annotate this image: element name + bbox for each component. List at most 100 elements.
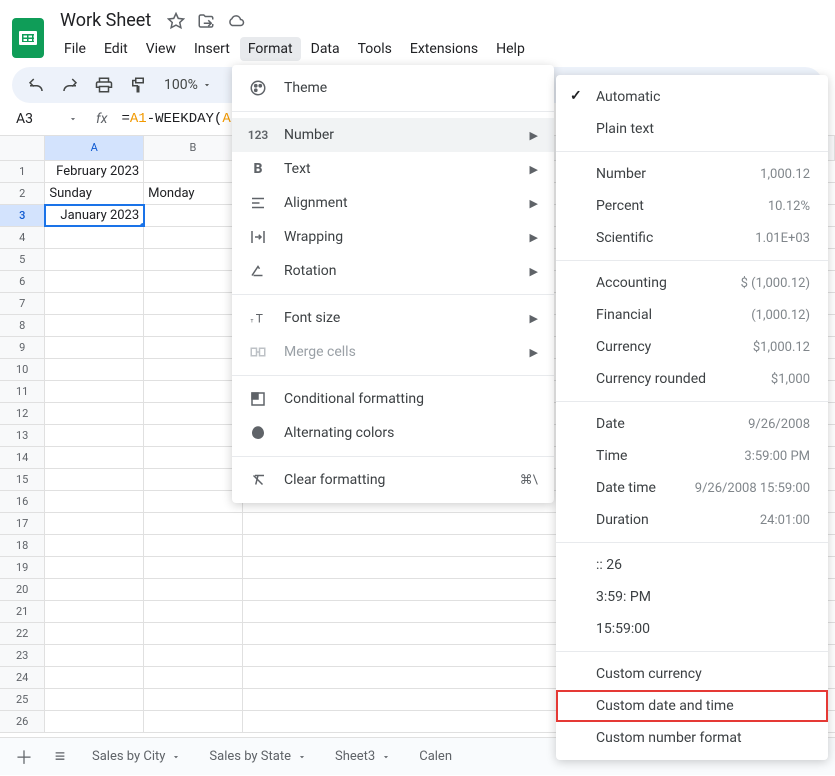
zoom-select[interactable]: 100% xyxy=(160,77,216,93)
row-header[interactable]: 2 xyxy=(0,183,45,204)
menu-number[interactable]: 123 Number ▶ xyxy=(232,118,554,152)
cell-a26[interactable] xyxy=(45,711,144,732)
cell-a12[interactable] xyxy=(45,403,144,424)
cell-b6[interactable] xyxy=(144,271,243,292)
cell-a5[interactable] xyxy=(45,249,144,270)
cell-b1[interactable] xyxy=(144,161,243,182)
menu-text[interactable]: B Text ▶ xyxy=(232,152,554,186)
add-sheet-button[interactable]: ＋ xyxy=(8,741,40,773)
cell-b26[interactable] xyxy=(144,711,243,732)
cell-a25[interactable] xyxy=(45,689,144,710)
cell-b7[interactable] xyxy=(144,293,243,314)
menu-data[interactable]: Data xyxy=(303,37,348,61)
row-header[interactable]: 5 xyxy=(0,249,45,270)
redo-button[interactable] xyxy=(58,73,82,97)
menu-theme[interactable]: Theme xyxy=(232,71,554,105)
numfmt-accounting[interactable]: Accounting$ (1,000.12) xyxy=(556,267,828,299)
numfmt-custom-2[interactable]: 3:59: PM xyxy=(556,581,828,613)
cell-a4[interactable] xyxy=(45,227,144,248)
row-header[interactable]: 19 xyxy=(0,557,45,578)
row-header[interactable]: 7 xyxy=(0,293,45,314)
numfmt-custom-3[interactable]: 15:59:00 xyxy=(556,613,828,645)
cloud-status-icon[interactable] xyxy=(227,12,245,30)
cell-a10[interactable] xyxy=(45,359,144,380)
cell-b5[interactable] xyxy=(144,249,243,270)
row-header[interactable]: 18 xyxy=(0,535,45,556)
menu-edit[interactable]: Edit xyxy=(96,37,136,61)
cell-a18[interactable] xyxy=(45,535,144,556)
cell-a17[interactable] xyxy=(45,513,144,534)
row-header[interactable]: 1 xyxy=(0,161,45,182)
col-header-b[interactable]: B xyxy=(144,136,243,160)
sheet-tab[interactable]: Calen xyxy=(407,738,464,776)
row-header[interactable]: 15 xyxy=(0,469,45,490)
cell-a11[interactable] xyxy=(45,381,144,402)
menu-help[interactable]: Help xyxy=(488,37,533,61)
row-header[interactable]: 25 xyxy=(0,689,45,710)
numfmt-time[interactable]: Time3:59:00 PM xyxy=(556,440,828,472)
cell-b13[interactable] xyxy=(144,425,243,446)
row-header[interactable]: 13 xyxy=(0,425,45,446)
menu-font-size[interactable]: тT Font size ▶ xyxy=(232,301,554,335)
row-header[interactable]: 9 xyxy=(0,337,45,358)
cell-b24[interactable] xyxy=(144,667,243,688)
cell-b12[interactable] xyxy=(144,403,243,424)
menu-tools[interactable]: Tools xyxy=(350,37,400,61)
menu-format[interactable]: Format xyxy=(240,37,301,61)
cell-b4[interactable] xyxy=(144,227,243,248)
cell-b20[interactable] xyxy=(144,579,243,600)
menu-file[interactable]: File xyxy=(56,37,94,61)
cell-b18[interactable] xyxy=(144,535,243,556)
numfmt-currency-rounded[interactable]: Currency rounded$1,000 xyxy=(556,363,828,395)
print-button[interactable] xyxy=(92,73,116,97)
sheet-tab[interactable]: Sheet3 xyxy=(323,738,403,776)
star-icon[interactable] xyxy=(167,12,185,30)
paint-format-button[interactable] xyxy=(126,73,150,97)
numfmt-custom-number-format[interactable]: Custom number format xyxy=(556,722,828,754)
row-header[interactable]: 12 xyxy=(0,403,45,424)
cell-a7[interactable] xyxy=(45,293,144,314)
row-header[interactable]: 26 xyxy=(0,711,45,732)
row-header[interactable]: 11 xyxy=(0,381,45,402)
menu-clear-formatting[interactable]: Clear formatting ⌘\ xyxy=(232,463,554,497)
numfmt-number[interactable]: Number1,000.12 xyxy=(556,158,828,190)
row-header[interactable]: 20 xyxy=(0,579,45,600)
row-header[interactable]: 14 xyxy=(0,447,45,468)
row-header[interactable]: 24 xyxy=(0,667,45,688)
cell-a22[interactable] xyxy=(45,623,144,644)
cell-a9[interactable] xyxy=(45,337,144,358)
cell-b8[interactable] xyxy=(144,315,243,336)
cell-b3[interactable] xyxy=(144,205,243,226)
move-folder-icon[interactable] xyxy=(197,12,215,30)
numfmt-automatic[interactable]: Automatic xyxy=(556,81,828,113)
cell-b9[interactable] xyxy=(144,337,243,358)
row-header[interactable]: 4 xyxy=(0,227,45,248)
menu-alignment[interactable]: Alignment ▶ xyxy=(232,186,554,220)
name-box[interactable]: A3 xyxy=(12,109,82,129)
numfmt-date-time[interactable]: Date time9/26/2008 15:59:00 xyxy=(556,472,828,504)
row-header[interactable]: 8 xyxy=(0,315,45,336)
numfmt-date[interactable]: Date9/26/2008 xyxy=(556,408,828,440)
cell-b10[interactable] xyxy=(144,359,243,380)
numfmt-scientific[interactable]: Scientific1.01E+03 xyxy=(556,222,828,254)
cell-b14[interactable] xyxy=(144,447,243,468)
cell-a13[interactable] xyxy=(45,425,144,446)
row-header[interactable]: 17 xyxy=(0,513,45,534)
cell-a24[interactable] xyxy=(45,667,144,688)
numfmt-custom-currency[interactable]: Custom currency xyxy=(556,658,828,690)
sheet-tab[interactable]: Sales by State xyxy=(197,738,319,776)
row-header[interactable]: 23 xyxy=(0,645,45,666)
cell-a20[interactable] xyxy=(45,579,144,600)
menu-conditional-formatting[interactable]: Conditional formatting xyxy=(232,382,554,416)
cell-a21[interactable] xyxy=(45,601,144,622)
sheet-tab[interactable]: Sales by City xyxy=(80,738,193,776)
sheets-logo[interactable] xyxy=(12,18,44,58)
row-header[interactable]: 6 xyxy=(0,271,45,292)
row-header[interactable]: 3 xyxy=(0,205,45,226)
all-sheets-button[interactable]: ≡ xyxy=(44,741,76,773)
row-header[interactable]: 21 xyxy=(0,601,45,622)
cell-b2[interactable]: Monday xyxy=(144,183,243,204)
cell-a16[interactable] xyxy=(45,491,144,512)
cell-b25[interactable] xyxy=(144,689,243,710)
cell-a6[interactable] xyxy=(45,271,144,292)
